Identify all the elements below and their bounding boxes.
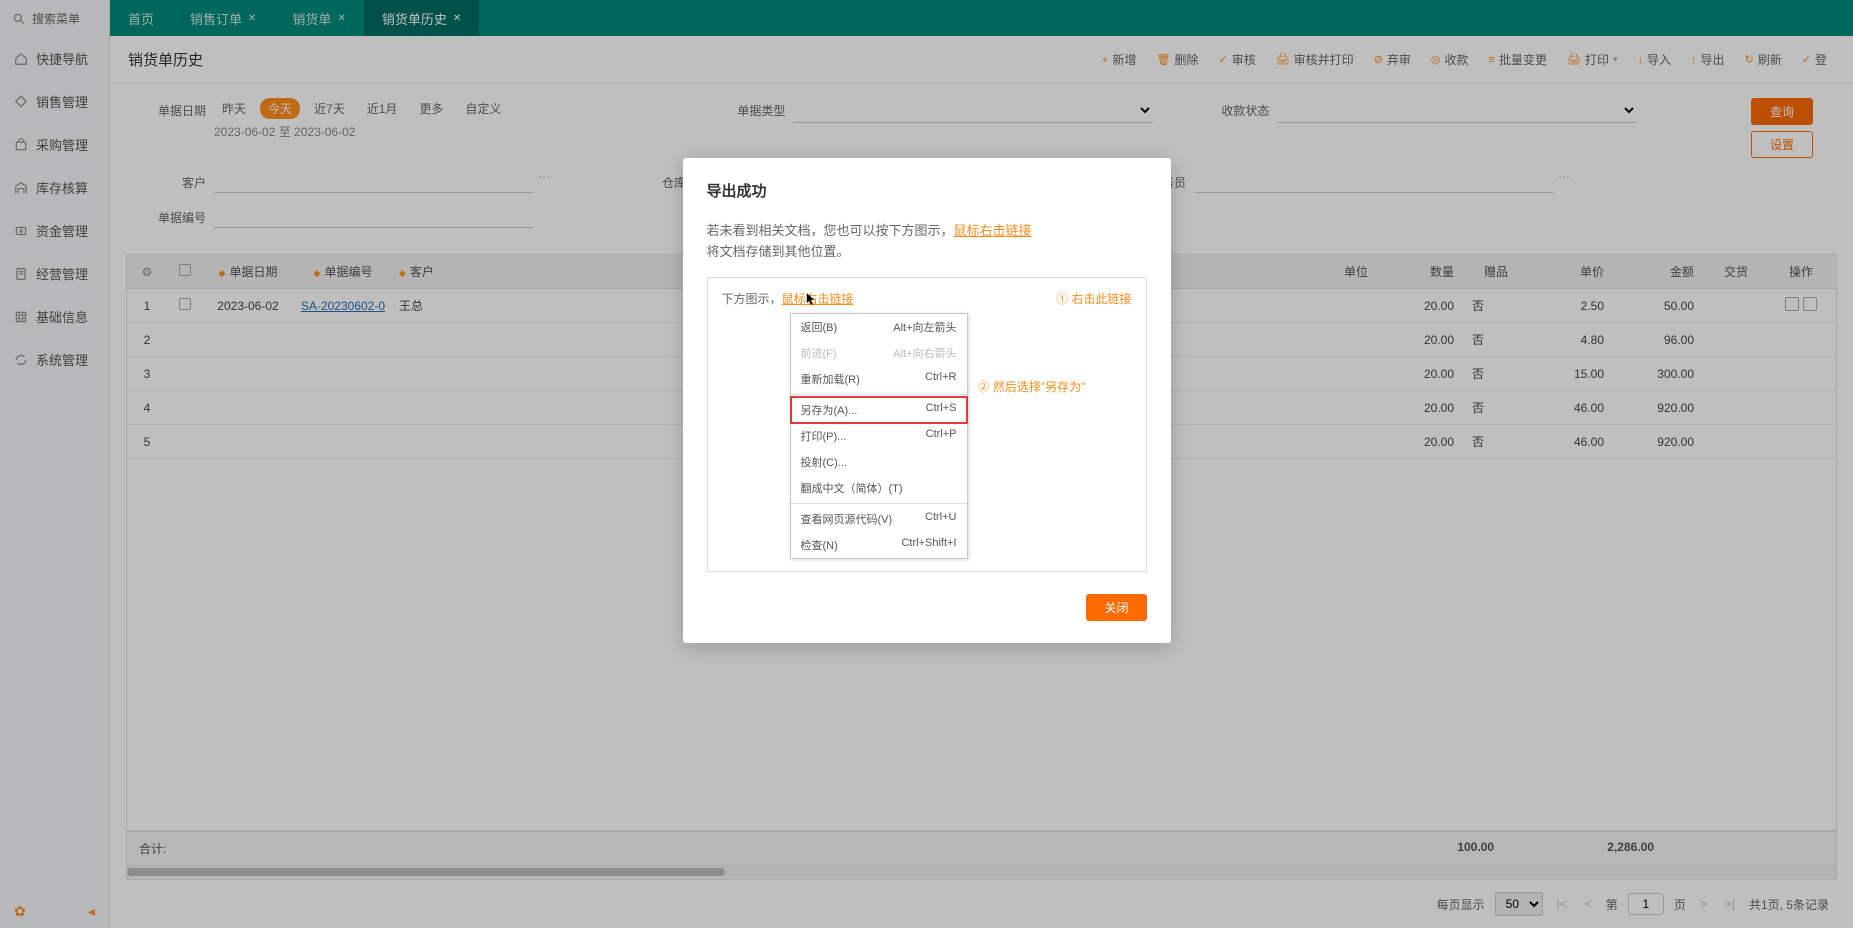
callout-2: ② 然后选择"另存为" (978, 378, 1086, 395)
ctx-label: 另存为(A)... (801, 402, 858, 418)
ctx-label: 投射(C)... (801, 454, 847, 470)
modal-illustration: 下方图示， 鼠标右击链接 ① 右击此链接 返回(B) Alt+向左箭头前进(F) A… (707, 277, 1147, 572)
close-button[interactable]: 关闭 (1086, 594, 1146, 621)
ctx-item: 另存为(A)... Ctrl+S (791, 397, 967, 423)
ctx-shortcut: Ctrl+Shift+I (901, 537, 956, 553)
cursor-icon (806, 292, 816, 306)
modal-title: 导出成功 (707, 180, 1147, 201)
context-menu: 返回(B) Alt+向左箭头前进(F) Alt+向右箭头重新加载(R) Ctrl+R 另… (790, 313, 968, 559)
ctx-item: 返回(B) Alt+向左箭头 (791, 314, 967, 340)
ctx-shortcut: Alt+向左箭头 (893, 319, 956, 335)
demo-text: 下方图示， (722, 290, 782, 307)
ctx-shortcut: Ctrl+P (926, 428, 957, 444)
ctx-label: 前进(F) (801, 345, 837, 361)
modal-text: 若未看到相关文档，您也可以按下方图示，鼠标右击链接 将文档存储到其他位置。 (707, 221, 1147, 263)
callout-1: ① 右击此链接 (1056, 290, 1131, 307)
ctx-shortcut: Ctrl+R (925, 371, 956, 387)
modal-text-part: 若未看到相关文档，您也可以按下方图示， (707, 223, 954, 238)
ctx-label: 返回(B) (801, 319, 838, 335)
ctx-item: 检查(N) Ctrl+Shift+I (791, 532, 967, 558)
ctx-label: 重新加载(R) (801, 371, 860, 387)
ctx-label: 翻成中文（简体）(T) (801, 480, 903, 496)
modal-overlay[interactable]: 导出成功 若未看到相关文档，您也可以按下方图示，鼠标右击链接 将文档存储到其他位… (0, 0, 1853, 928)
ctx-label: 查看网页源代码(V) (801, 511, 893, 527)
ctx-item: 投射(C)... (791, 449, 967, 475)
export-success-modal: 导出成功 若未看到相关文档，您也可以按下方图示，鼠标右击链接 将文档存储到其他位… (683, 158, 1171, 643)
ctx-item: 打印(P)... Ctrl+P (791, 423, 967, 449)
ctx-item: 重新加载(R) Ctrl+R (791, 366, 967, 392)
demo-link: 鼠标右击链接 (782, 290, 854, 307)
right-click-link[interactable]: 鼠标右击链接 (954, 223, 1032, 238)
ctx-label: 打印(P)... (801, 428, 847, 444)
ctx-label: 检查(N) (801, 537, 838, 553)
modal-text-part: 将文档存储到其他位置。 (707, 244, 850, 259)
ctx-shortcut: Alt+向右箭头 (893, 345, 956, 361)
ctx-shortcut: Ctrl+S (926, 402, 957, 418)
ctx-shortcut: Ctrl+U (925, 511, 956, 527)
ctx-item: 翻成中文（简体）(T) (791, 475, 967, 501)
ctx-item: 查看网页源代码(V) Ctrl+U (791, 506, 967, 532)
ctx-item: 前进(F) Alt+向右箭头 (791, 340, 967, 366)
